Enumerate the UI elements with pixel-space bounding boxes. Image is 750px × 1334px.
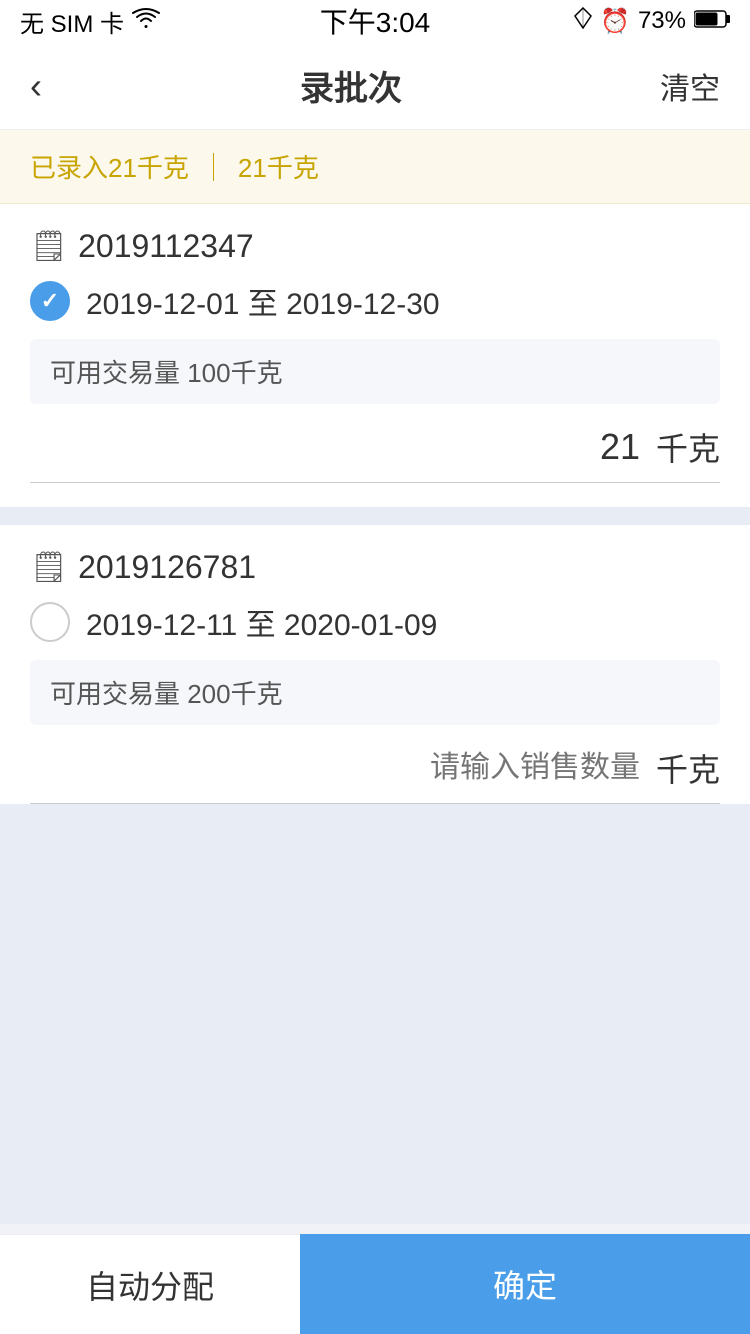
status-bar: 无 SIM 卡 下午3:04 ⏰ 73% xyxy=(0,0,750,42)
batch2-id-icon: 🗒 xyxy=(30,550,68,585)
total-label: 21千克 xyxy=(238,148,319,185)
batch2-radio[interactable] xyxy=(30,602,70,642)
auto-distribute-button[interactable]: 自动分配 xyxy=(0,1234,300,1334)
batch2-card: 🗒 2019126781 2019-12-11 至 2020-01-09 可用交… xyxy=(0,525,750,804)
info-banner: 已录入21千克 21千克 xyxy=(0,130,750,204)
carrier-label: 无 SIM 卡 xyxy=(20,4,124,39)
info-divider xyxy=(213,153,214,181)
batch1-card: 🗒 2019112347 2019-12-01 至 2019-12-30 可用交… xyxy=(0,204,750,507)
status-bar-right: ⏰ 73% xyxy=(574,7,730,36)
batch2-input-unit: 千克 xyxy=(656,745,720,791)
batch1-date: 2019-12-01 至 2019-12-30 xyxy=(86,279,440,323)
confirm-button[interactable]: 确定 xyxy=(300,1234,750,1334)
batch1-avail: 可用交易量 100千克 xyxy=(30,339,720,404)
battery-icon xyxy=(694,7,730,35)
battery-percent: 73% xyxy=(638,7,686,35)
batch2-quantity-input[interactable] xyxy=(30,751,640,785)
location-icon xyxy=(574,7,592,36)
clear-button[interactable]: 清空 xyxy=(660,64,720,108)
batch1-date-row[interactable]: 2019-12-01 至 2019-12-30 xyxy=(30,279,720,323)
status-bar-left: 无 SIM 卡 xyxy=(20,4,160,39)
batch1-amount-value: 21 xyxy=(600,426,640,468)
alarm-icon: ⏰ xyxy=(600,7,630,36)
status-bar-time: 下午3:04 xyxy=(320,1,431,41)
batch2-input-row[interactable]: 千克 xyxy=(0,725,750,791)
empty-area xyxy=(0,804,750,1224)
batch1-id-row: 🗒 2019112347 xyxy=(30,228,720,265)
batch2-date-row[interactable]: 2019-12-11 至 2020-01-09 xyxy=(30,600,720,644)
batch1-id-icon: 🗒 xyxy=(30,229,68,264)
wifi-icon xyxy=(132,7,160,36)
page-title: 录批次 xyxy=(300,61,402,110)
batch2-id-text: 2019126781 xyxy=(78,549,256,586)
batch2-avail: 可用交易量 200千克 xyxy=(30,660,720,725)
nav-bar: ‹ 录批次 清空 xyxy=(0,42,750,130)
section-separator xyxy=(0,507,750,525)
bottom-bar: 自动分配 确定 xyxy=(0,1234,750,1334)
batch2-date: 2019-12-11 至 2020-01-09 xyxy=(86,600,437,644)
recorded-label: 已录入21千克 xyxy=(30,148,189,185)
batch1-amount-row: 21 千克 xyxy=(0,404,750,470)
back-button[interactable]: ‹ xyxy=(30,65,42,107)
batch1-amount-unit: 千克 xyxy=(656,424,720,470)
batch1-radio[interactable] xyxy=(30,281,70,321)
batch2-id-row: 🗒 2019126781 xyxy=(30,549,720,586)
batch1-id-text: 2019112347 xyxy=(78,228,254,265)
